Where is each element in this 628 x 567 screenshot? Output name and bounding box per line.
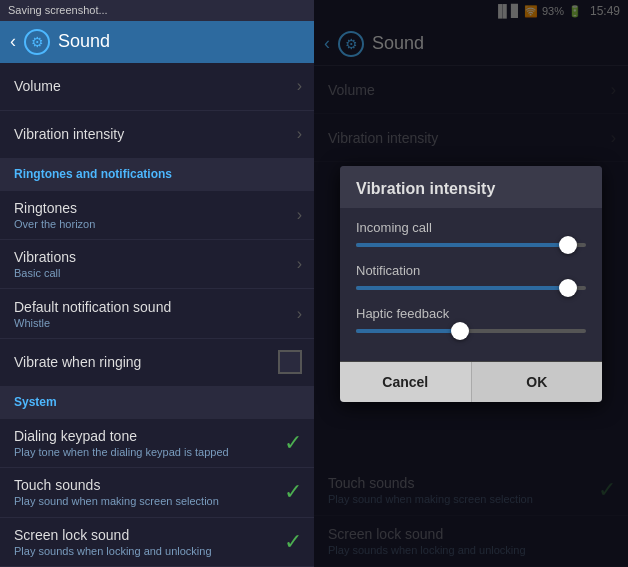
haptic-feedback-slider-row: Haptic feedback [356, 306, 586, 333]
menu-item-volume[interactable]: Volume › [0, 63, 314, 111]
vibration-intensity-dialog: Vibration intensity Incoming call Notifi… [340, 166, 602, 402]
menu-item-vibrate-ringing[interactable]: Vibrate when ringing [0, 339, 314, 387]
vibration-intensity-label: Vibration intensity [14, 126, 289, 142]
notification-slider-row: Notification [356, 263, 586, 290]
modal-body: Incoming call Notification H [340, 208, 602, 361]
touch-sounds-check: ✓ [284, 479, 302, 505]
cancel-button[interactable]: Cancel [340, 362, 472, 402]
saving-screenshot-text: Saving screenshot... [8, 4, 108, 16]
section-ringtones-label: Ringtones and notifications [14, 167, 172, 181]
header-left: ‹ ⚙ Sound [0, 21, 314, 63]
haptic-feedback-track[interactable] [356, 329, 586, 333]
status-bar-left: Saving screenshot... [0, 0, 314, 21]
incoming-call-fill [356, 243, 568, 247]
notification-fill [356, 286, 568, 290]
incoming-call-slider-row: Incoming call [356, 220, 586, 247]
page-title-left: Sound [58, 31, 110, 52]
haptic-feedback-thumb[interactable] [451, 322, 469, 340]
notification-track[interactable] [356, 286, 586, 290]
chevron-default-notification: › [297, 305, 302, 323]
chevron-vibrations: › [297, 255, 302, 273]
screen-lock-check: ✓ [284, 529, 302, 555]
haptic-feedback-label: Haptic feedback [356, 306, 586, 321]
section-system: System [0, 387, 314, 419]
incoming-call-track[interactable] [356, 243, 586, 247]
chevron-volume: › [297, 77, 302, 95]
menu-item-vibrations[interactable]: Vibrations Basic call › [0, 240, 314, 289]
dialing-keypad-check: ✓ [284, 430, 302, 456]
default-notification-label: Default notification sound [14, 299, 289, 315]
modal-title: Vibration intensity [340, 166, 602, 208]
ringtones-label: Ringtones [14, 200, 289, 216]
vibrations-subtitle: Basic call [14, 267, 289, 279]
left-panel: Saving screenshot... ‹ ⚙ Sound Volume › … [0, 0, 314, 567]
vibrate-ringing-checkbox[interactable] [278, 350, 302, 374]
vibrate-ringing-label: Vibrate when ringing [14, 354, 270, 370]
default-notification-subtitle: Whistle [14, 317, 289, 329]
touch-sounds-label: Touch sounds [14, 477, 276, 493]
notification-label: Notification [356, 263, 586, 278]
menu-item-default-notification[interactable]: Default notification sound Whistle › [0, 289, 314, 338]
menu-item-ringtones[interactable]: Ringtones Over the horizon › [0, 191, 314, 240]
touch-sounds-subtitle: Play sound when making screen selection [14, 495, 276, 507]
right-panel: ▐▌▊ 🛜 93% 🔋 15:49 ‹ ⚙ Sound Volume › Vib… [314, 0, 628, 567]
dialing-keypad-label: Dialing keypad tone [14, 428, 276, 444]
menu-item-dialing-keypad[interactable]: Dialing keypad tone Play tone when the d… [0, 419, 314, 468]
section-system-label: System [14, 395, 57, 409]
ringtones-subtitle: Over the horizon [14, 218, 289, 230]
ok-button[interactable]: OK [472, 362, 603, 402]
screen-lock-subtitle: Play sounds when locking and unlocking [14, 545, 276, 557]
screen-lock-label: Screen lock sound [14, 527, 276, 543]
back-button-left[interactable]: ‹ [10, 31, 16, 52]
modal-overlay[interactable]: Vibration intensity Incoming call Notifi… [314, 0, 628, 567]
volume-label: Volume [14, 78, 289, 94]
dialing-keypad-subtitle: Play tone when the dialing keypad is tap… [14, 446, 276, 458]
section-ringtones-notifications: Ringtones and notifications [0, 159, 314, 191]
chevron-vibration-intensity: › [297, 125, 302, 143]
chevron-ringtones: › [297, 206, 302, 224]
incoming-call-thumb[interactable] [559, 236, 577, 254]
menu-item-touch-sounds[interactable]: Touch sounds Play sound when making scre… [0, 468, 314, 517]
vibrations-label: Vibrations [14, 249, 289, 265]
incoming-call-label: Incoming call [356, 220, 586, 235]
menu-item-vibration-intensity[interactable]: Vibration intensity › [0, 111, 314, 159]
menu-item-screen-lock[interactable]: Screen lock sound Play sounds when locki… [0, 518, 314, 567]
notification-thumb[interactable] [559, 279, 577, 297]
haptic-feedback-fill [356, 329, 460, 333]
modal-buttons: Cancel OK [340, 361, 602, 402]
gear-icon-left: ⚙ [24, 29, 50, 55]
